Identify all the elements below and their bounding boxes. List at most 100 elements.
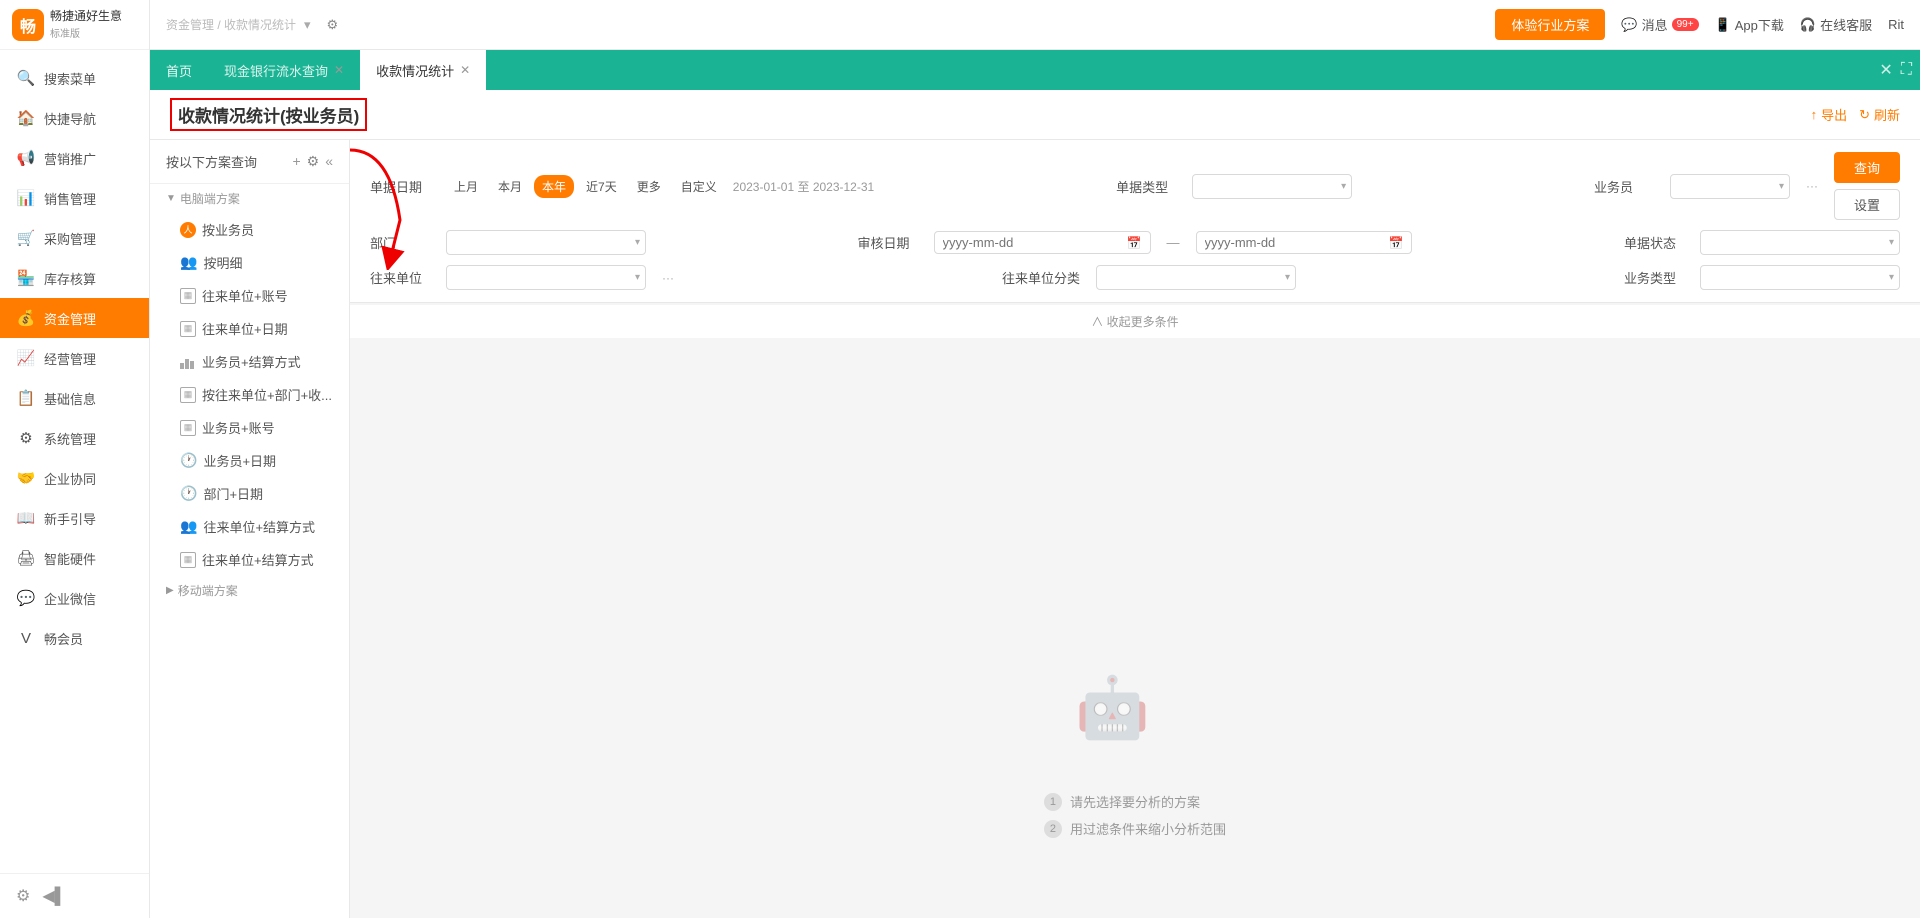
- tree-section-mobile[interactable]: ▶ 移动端方案: [150, 576, 349, 605]
- tree-section-pc[interactable]: ▼ 电脑端方案: [150, 184, 349, 213]
- nav-inventory-label: 库存核算: [44, 269, 96, 288]
- nav-vip[interactable]: V 畅会员: [0, 618, 149, 658]
- salesman-more-btn[interactable]: ···: [1806, 179, 1818, 193]
- dept-date-icon: 🕐: [180, 485, 197, 502]
- nav-search-menu[interactable]: 🔍 搜索菜单: [0, 58, 149, 98]
- nav-smart-hw[interactable]: 🖨 智能硬件: [0, 538, 149, 578]
- scheme-settings-btn[interactable]: ⚙: [307, 153, 320, 170]
- biz-type-select[interactable]: [1700, 265, 1900, 290]
- message-btn[interactable]: 💬 消息 99+: [1621, 15, 1698, 34]
- tab-collection-stat[interactable]: 收款情况统计 ✕: [360, 50, 486, 90]
- nav-newbie[interactable]: 📖 新手引导: [0, 498, 149, 538]
- message-label: 消息: [1642, 15, 1668, 34]
- nav-enterprise[interactable]: 🤝 企业协同: [0, 458, 149, 498]
- scheme-item-unit-settle2[interactable]: ▦ 往来单位+结算方式: [150, 543, 349, 576]
- scheme-item-detail[interactable]: 👥 按明细: [150, 246, 349, 279]
- maximize-window-icon[interactable]: ⛶: [1901, 61, 1912, 79]
- date-tab-7days[interactable]: 近7天: [578, 175, 625, 198]
- salesman-date-icon: 🕐: [180, 452, 197, 469]
- user-avatar[interactable]: Rit: [1888, 17, 1904, 32]
- scheme-item-salesman-date[interactable]: 🕐 业务员+日期: [150, 444, 349, 477]
- date-tab-custom[interactable]: 自定义: [673, 175, 725, 198]
- empty-tip-2: 2 用过滤条件来缩小分析范围: [1044, 819, 1226, 838]
- close-window-icon[interactable]: ✕: [1879, 60, 1892, 80]
- scheme-item-unit-dept[interactable]: ▦ 按往来单位+部门+收...: [150, 378, 349, 411]
- date-tab-more[interactable]: 更多: [629, 175, 669, 198]
- from-unit-class-select-wrapper: [1096, 265, 1296, 290]
- panel-header-text: 按以下方案查询: [166, 152, 257, 171]
- query-btn[interactable]: 查询: [1834, 152, 1900, 183]
- review-date-start-input[interactable]: [943, 235, 1119, 250]
- calendar-start-icon[interactable]: 📅: [1127, 236, 1142, 250]
- from-unit-class-select[interactable]: [1096, 265, 1296, 290]
- trial-btn[interactable]: 体验行业方案: [1495, 9, 1605, 40]
- nav-quick-nav[interactable]: 🏠 快捷导航: [0, 98, 149, 138]
- sidebar: 畅 畅捷通好生意 标准版 🔍 搜索菜单 🏠 快捷导航 📢 营销推广 📊 销售管理…: [0, 0, 150, 918]
- date-dash: —: [1167, 235, 1180, 250]
- date-tab-this-year[interactable]: 本年: [534, 175, 574, 198]
- add-scheme-btn[interactable]: +: [292, 153, 300, 170]
- empty-tips: 1 请先选择要分析的方案 2 用过滤条件来缩小分析范围: [1044, 792, 1226, 838]
- tab-bank-flow-close[interactable]: ✕: [334, 63, 344, 77]
- from-unit-more-btn[interactable]: ···: [662, 271, 674, 285]
- tip-num-2: 2: [1044, 820, 1062, 838]
- user-name: Rit: [1888, 17, 1904, 32]
- collapse-sidebar-icon[interactable]: ◀▌: [42, 886, 66, 906]
- empty-illustration: 🤖: [1075, 672, 1195, 772]
- scheme-item-unit-dept-label: 按往来单位+部门+收...: [202, 385, 332, 404]
- collapse-bar[interactable]: ∧ 收起更多条件: [350, 305, 1920, 338]
- tab-bar: 首页 现金银行流水查询 ✕ 收款情况统计 ✕ ✕ ⛶: [150, 50, 1920, 90]
- nav-operations[interactable]: 📈 经营管理: [0, 338, 149, 378]
- scheme-item-salesman[interactable]: 人 按业务员: [150, 213, 349, 246]
- scheme-item-unit-acct-label: 往来单位+账号: [202, 286, 288, 305]
- nav-purchase[interactable]: 🛒 采购管理: [0, 218, 149, 258]
- tab-bank-flow[interactable]: 现金银行流水查询 ✕: [208, 50, 360, 90]
- app-download-btn[interactable]: 📱 App下载: [1715, 15, 1784, 34]
- nav-system[interactable]: ⚙ 系统管理: [0, 418, 149, 458]
- empty-tip-1: 1 请先选择要分析的方案: [1044, 792, 1226, 811]
- order-type-select[interactable]: [1192, 174, 1352, 199]
- review-date-start[interactable]: 📅: [934, 231, 1151, 254]
- right-panel: 单据日期 上月 本月 本年 近7天 更多 自定义 2023-01-01 至 20…: [350, 140, 1920, 918]
- scheme-item-unit-acct[interactable]: ▦ 往来单位+账号: [150, 279, 349, 312]
- page-actions: ↑ 导出 ↻ 刷新: [1811, 105, 1900, 124]
- calendar-end-icon[interactable]: 📅: [1389, 236, 1404, 250]
- scheme-item-salesman-acct[interactable]: ▦ 业务员+账号: [150, 411, 349, 444]
- order-status-select[interactable]: [1700, 230, 1900, 255]
- nav-inventory[interactable]: 🏪 库存核算: [0, 258, 149, 298]
- scheme-item-unit-settle1[interactable]: 👥 往来单位+结算方式: [150, 510, 349, 543]
- nav-operations-label: 经营管理: [44, 349, 96, 368]
- date-tab-this-month[interactable]: 本月: [490, 175, 530, 198]
- online-service-btn[interactable]: 🎧 在线客服: [1800, 15, 1872, 34]
- tab-collection-stat-close[interactable]: ✕: [460, 63, 470, 77]
- nav-base-info[interactable]: 📋 基础信息: [0, 378, 149, 418]
- nav-marketing[interactable]: 📢 营销推广: [0, 138, 149, 178]
- review-date-end[interactable]: 📅: [1196, 231, 1413, 254]
- nav-finance-label: 资金管理: [44, 309, 96, 328]
- scheme-item-salesman-settle[interactable]: 业务员+结算方式: [150, 345, 349, 378]
- salesman-select[interactable]: [1670, 174, 1790, 199]
- nav-base-info-label: 基础信息: [44, 389, 96, 408]
- scheme-item-unit-date[interactable]: ▦ 往来单位+日期: [150, 312, 349, 345]
- tab-home[interactable]: 首页: [150, 50, 208, 90]
- header-dropdown-icon[interactable]: ▾: [304, 17, 311, 33]
- settings-bottom-icon[interactable]: ⚙: [16, 886, 30, 906]
- dept-select[interactable]: [446, 230, 646, 255]
- review-date-end-input[interactable]: [1205, 235, 1381, 250]
- from-unit-select[interactable]: [446, 265, 646, 290]
- scheme-item-unit-settle2-label: 往来单位+结算方式: [202, 550, 314, 569]
- nav-finance[interactable]: 💰 资金管理: [0, 298, 149, 338]
- collapse-panel-btn[interactable]: «: [325, 153, 333, 170]
- operations-icon: 📈: [16, 348, 36, 368]
- nav-sales[interactable]: 📊 销售管理: [0, 178, 149, 218]
- nav-wechat[interactable]: 💬 企业微信: [0, 578, 149, 618]
- header-gear-icon[interactable]: ⚙: [327, 17, 339, 33]
- export-btn[interactable]: ↑ 导出: [1811, 105, 1848, 124]
- nav-sales-label: 销售管理: [44, 189, 96, 208]
- date-tab-last-month[interactable]: 上月: [446, 175, 486, 198]
- refresh-btn[interactable]: ↻ 刷新: [1859, 105, 1900, 124]
- salesman-label: 业务员: [1594, 177, 1654, 196]
- scheme-item-dept-date[interactable]: 🕐 部门+日期: [150, 477, 349, 510]
- set-btn[interactable]: 设置: [1834, 189, 1900, 220]
- tab-collection-stat-label: 收款情况统计: [376, 61, 454, 80]
